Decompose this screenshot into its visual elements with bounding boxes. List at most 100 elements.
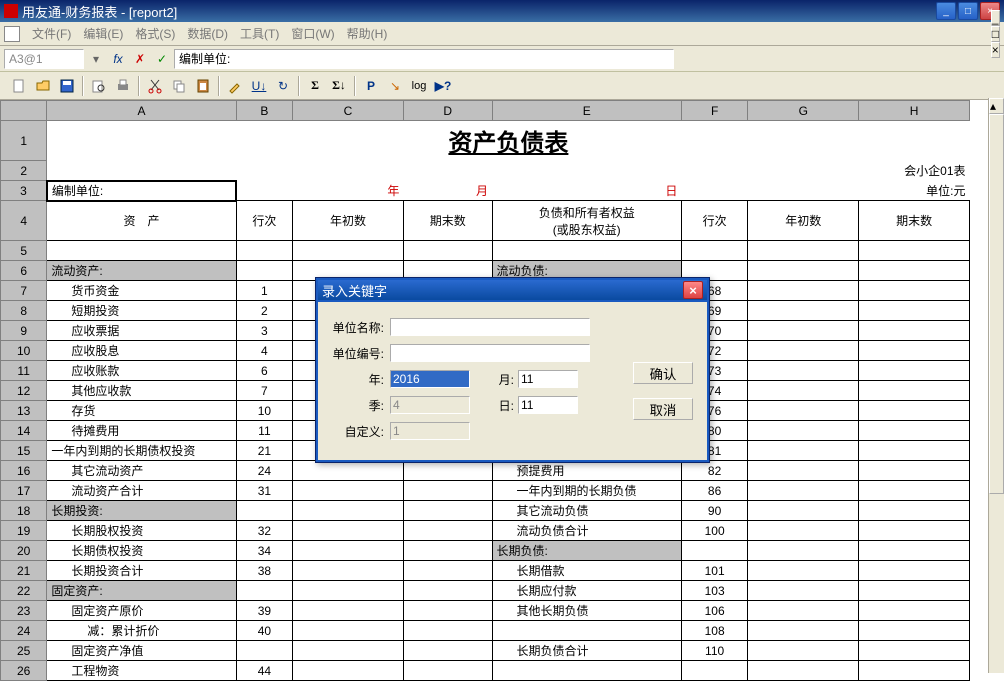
empty-cell[interactable] xyxy=(403,521,492,541)
asset-cell[interactable]: 其他应收款 xyxy=(47,381,236,401)
empty-cell[interactable] xyxy=(859,301,970,321)
empty-cell[interactable] xyxy=(859,601,970,621)
empty-cell[interactable] xyxy=(859,501,970,521)
row-header[interactable]: 16 xyxy=(1,461,47,481)
cancel-button[interactable]: 取消 xyxy=(633,398,693,420)
line-cell[interactable]: 6 xyxy=(236,361,292,381)
line-cell[interactable]: 90 xyxy=(681,501,747,521)
mdi-close[interactable]: × xyxy=(991,42,1000,58)
empty-cell[interactable] xyxy=(403,641,492,661)
sigma-down-icon[interactable]: Σ↓ xyxy=(328,75,350,97)
redo-icon[interactable]: ↻ xyxy=(272,75,294,97)
line-cell[interactable]: 101 xyxy=(681,561,747,581)
empty-cell[interactable] xyxy=(748,401,859,421)
empty-cell[interactable] xyxy=(748,481,859,501)
empty-cell[interactable] xyxy=(748,621,859,641)
col-header[interactable]: G xyxy=(748,101,859,121)
cancel-formula-button[interactable]: ✗ xyxy=(130,49,150,69)
empty-cell[interactable] xyxy=(859,641,970,661)
line-cell[interactable]: 100 xyxy=(681,521,747,541)
empty-cell[interactable] xyxy=(859,541,970,561)
line-cell[interactable] xyxy=(681,661,747,681)
empty-cell[interactable] xyxy=(293,501,404,521)
row-header[interactable]: 25 xyxy=(1,641,47,661)
dropdown-icon[interactable]: ▾ xyxy=(86,49,106,69)
fx-button[interactable]: fx xyxy=(108,49,128,69)
empty-cell[interactable] xyxy=(403,461,492,481)
year-input[interactable] xyxy=(390,370,470,388)
confirm-formula-button[interactable]: ✓ xyxy=(152,49,172,69)
col-header[interactable]: B xyxy=(236,101,292,121)
line-cell[interactable] xyxy=(681,541,747,561)
row-header[interactable]: 14 xyxy=(1,421,47,441)
print-icon[interactable] xyxy=(112,75,134,97)
empty-cell[interactable] xyxy=(859,581,970,601)
empty-cell[interactable] xyxy=(859,561,970,581)
line-cell[interactable]: 21 xyxy=(236,441,292,461)
empty-cell[interactable] xyxy=(859,361,970,381)
mdi-maximize[interactable]: □ xyxy=(991,26,1000,42)
unit-label-cell[interactable]: 编制单位: xyxy=(47,181,236,201)
arrow-icon[interactable]: ↘ xyxy=(384,75,406,97)
asset-cell[interactable]: 固定资产净值 xyxy=(47,641,236,661)
minimize-button[interactable]: _ xyxy=(936,2,956,20)
menu-data[interactable]: 数据(D) xyxy=(181,23,234,44)
empty-cell[interactable] xyxy=(748,261,859,281)
liab-cell[interactable] xyxy=(492,621,681,641)
line-cell[interactable]: 31 xyxy=(236,481,292,501)
line-cell[interactable] xyxy=(236,581,292,601)
empty-cell[interactable] xyxy=(403,501,492,521)
line-cell[interactable]: 110 xyxy=(681,641,747,661)
empty-cell[interactable] xyxy=(859,461,970,481)
row-header[interactable]: 18 xyxy=(1,501,47,521)
row-header[interactable]: 21 xyxy=(1,561,47,581)
line-cell[interactable]: 39 xyxy=(236,601,292,621)
row-header[interactable]: 6 xyxy=(1,261,47,281)
empty-cell[interactable] xyxy=(748,361,859,381)
empty-cell[interactable] xyxy=(293,641,404,661)
empty-cell[interactable] xyxy=(859,281,970,301)
asset-cell[interactable]: 其它流动资产 xyxy=(47,461,236,481)
line-cell[interactable]: 1 xyxy=(236,281,292,301)
empty-cell[interactable] xyxy=(403,581,492,601)
mdi-minimize[interactable]: _ xyxy=(991,10,1000,26)
empty-cell[interactable] xyxy=(748,641,859,661)
asset-cell[interactable]: 长期股权投资 xyxy=(47,521,236,541)
empty-cell[interactable] xyxy=(403,541,492,561)
empty-cell[interactable] xyxy=(748,461,859,481)
corner-cell[interactable] xyxy=(1,101,47,121)
line-cell[interactable]: 7 xyxy=(236,381,292,401)
asset-cell[interactable]: 长期投资合计 xyxy=(47,561,236,581)
row-header[interactable]: 2 xyxy=(1,161,47,181)
dialog-titlebar[interactable]: 录入关键字 × xyxy=(316,278,709,302)
cut-icon[interactable] xyxy=(144,75,166,97)
row-header[interactable]: 15 xyxy=(1,441,47,461)
save-icon[interactable] xyxy=(56,75,78,97)
new-icon[interactable] xyxy=(8,75,30,97)
asset-cell[interactable]: 短期投资 xyxy=(47,301,236,321)
col-header[interactable]: D xyxy=(403,101,492,121)
empty-cell[interactable] xyxy=(748,521,859,541)
asset-cell[interactable]: 固定资产: xyxy=(47,581,236,601)
line-cell[interactable]: 108 xyxy=(681,621,747,641)
empty-cell[interactable] xyxy=(748,341,859,361)
menu-tool[interactable]: 工具(T) xyxy=(234,23,285,44)
empty-cell[interactable] xyxy=(748,541,859,561)
vertical-scrollbar[interactable]: ▴ xyxy=(988,98,1004,673)
menu-window[interactable]: 窗口(W) xyxy=(285,23,340,44)
cell-reference[interactable]: A3@1 xyxy=(4,49,84,69)
empty-cell[interactable] xyxy=(293,581,404,601)
line-cell[interactable] xyxy=(236,501,292,521)
undo-icon[interactable]: U↓ xyxy=(248,75,270,97)
empty-cell[interactable] xyxy=(859,341,970,361)
row-header[interactable]: 12 xyxy=(1,381,47,401)
line-cell[interactable]: 4 xyxy=(236,341,292,361)
empty-cell[interactable] xyxy=(859,401,970,421)
empty-cell[interactable] xyxy=(293,661,404,681)
unit-no-input[interactable] xyxy=(390,344,590,362)
empty-cell[interactable] xyxy=(293,601,404,621)
row-header[interactable]: 24 xyxy=(1,621,47,641)
line-cell[interactable] xyxy=(236,641,292,661)
line-cell[interactable]: 44 xyxy=(236,661,292,681)
asset-cell[interactable]: 应收账款 xyxy=(47,361,236,381)
